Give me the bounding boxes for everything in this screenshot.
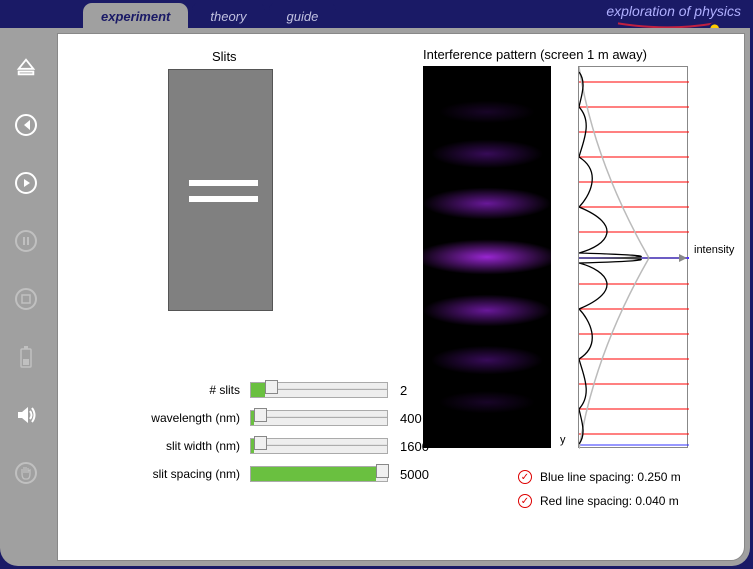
play-button[interactable] [11,168,41,198]
control-wavelength: wavelength (nm) 400 [120,408,438,428]
slit-spacing-label: slit spacing (nm) [120,467,250,481]
content-area: Slits Interference pattern (screen 1 m a… [57,33,745,561]
spacing-readouts: ✓ Blue line spacing: 0.250 m ✓ Red line … [518,470,681,518]
slit-width-value: 1600 [388,439,436,454]
check-icon: ✓ [518,494,532,508]
slit-spacing-fill [251,467,376,481]
slits-diagram [168,69,273,311]
slit-width-slider[interactable] [250,438,388,454]
y-axis-label: y [560,434,566,446]
wavelength-thumb[interactable] [254,408,267,422]
slit-spacing-thumb[interactable] [376,464,389,478]
eject-button[interactable] [11,52,41,82]
app-window: experiment theory guide exploration of p… [0,0,753,569]
controls-panel: # slits 2 wavelength (nm) 400 [120,380,438,492]
skip-back-button[interactable] [11,110,41,140]
intensity-axis-label: intensity [694,244,734,256]
interference-pattern [423,66,551,448]
wavelength-value: 400 [388,411,436,426]
volume-button[interactable] [11,400,41,430]
slits-heading: Slits [212,49,237,64]
tab-experiment[interactable]: experiment [82,2,189,28]
control-slit-width: slit width (nm) 1600 [120,436,438,456]
tab-strip: experiment theory guide [82,2,337,28]
pause-button[interactable] [11,226,41,256]
num-slits-label: # slits [120,383,250,397]
check-icon: ✓ [518,470,532,484]
main-panel: Slits Interference pattern (screen 1 m a… [52,28,750,566]
num-slits-value: 2 [388,383,436,398]
num-slits-thumb[interactable] [265,380,278,394]
wavelength-label: wavelength (nm) [120,411,250,425]
intensity-graph [578,66,688,448]
sidebar [0,28,52,566]
brand-logo: exploration of physics [606,3,741,19]
slit-spacing-slider[interactable] [250,466,388,482]
slit-width-label: slit width (nm) [120,439,250,453]
stop-button[interactable] [11,284,41,314]
control-slit-spacing: slit spacing (nm) 5000 [120,464,438,484]
red-spacing-text: Red line spacing: 0.040 m [540,494,679,508]
brand-text: exploration of physics [606,3,741,19]
slit-spacing-value: 5000 [388,467,436,482]
slit-2 [189,196,258,202]
red-spacing-row: ✓ Red line spacing: 0.040 m [518,494,681,508]
top-bar: experiment theory guide exploration of p… [0,0,753,28]
tab-theory[interactable]: theory [191,2,265,28]
fringe-pattern [423,66,551,448]
tab-guide[interactable]: guide [268,2,338,28]
slit-width-thumb[interactable] [254,436,267,450]
slit-1 [189,180,258,186]
hand-button[interactable] [11,458,41,488]
blue-spacing-text: Blue line spacing: 0.250 m [540,470,681,484]
num-slits-slider[interactable] [250,382,388,398]
num-slits-fill [251,383,265,397]
control-num-slits: # slits 2 [120,380,438,400]
pattern-heading: Interference pattern (screen 1 m away) [423,47,647,62]
blue-spacing-row: ✓ Blue line spacing: 0.250 m [518,470,681,484]
wavelength-slider[interactable] [250,410,388,426]
battery-icon [11,342,41,372]
